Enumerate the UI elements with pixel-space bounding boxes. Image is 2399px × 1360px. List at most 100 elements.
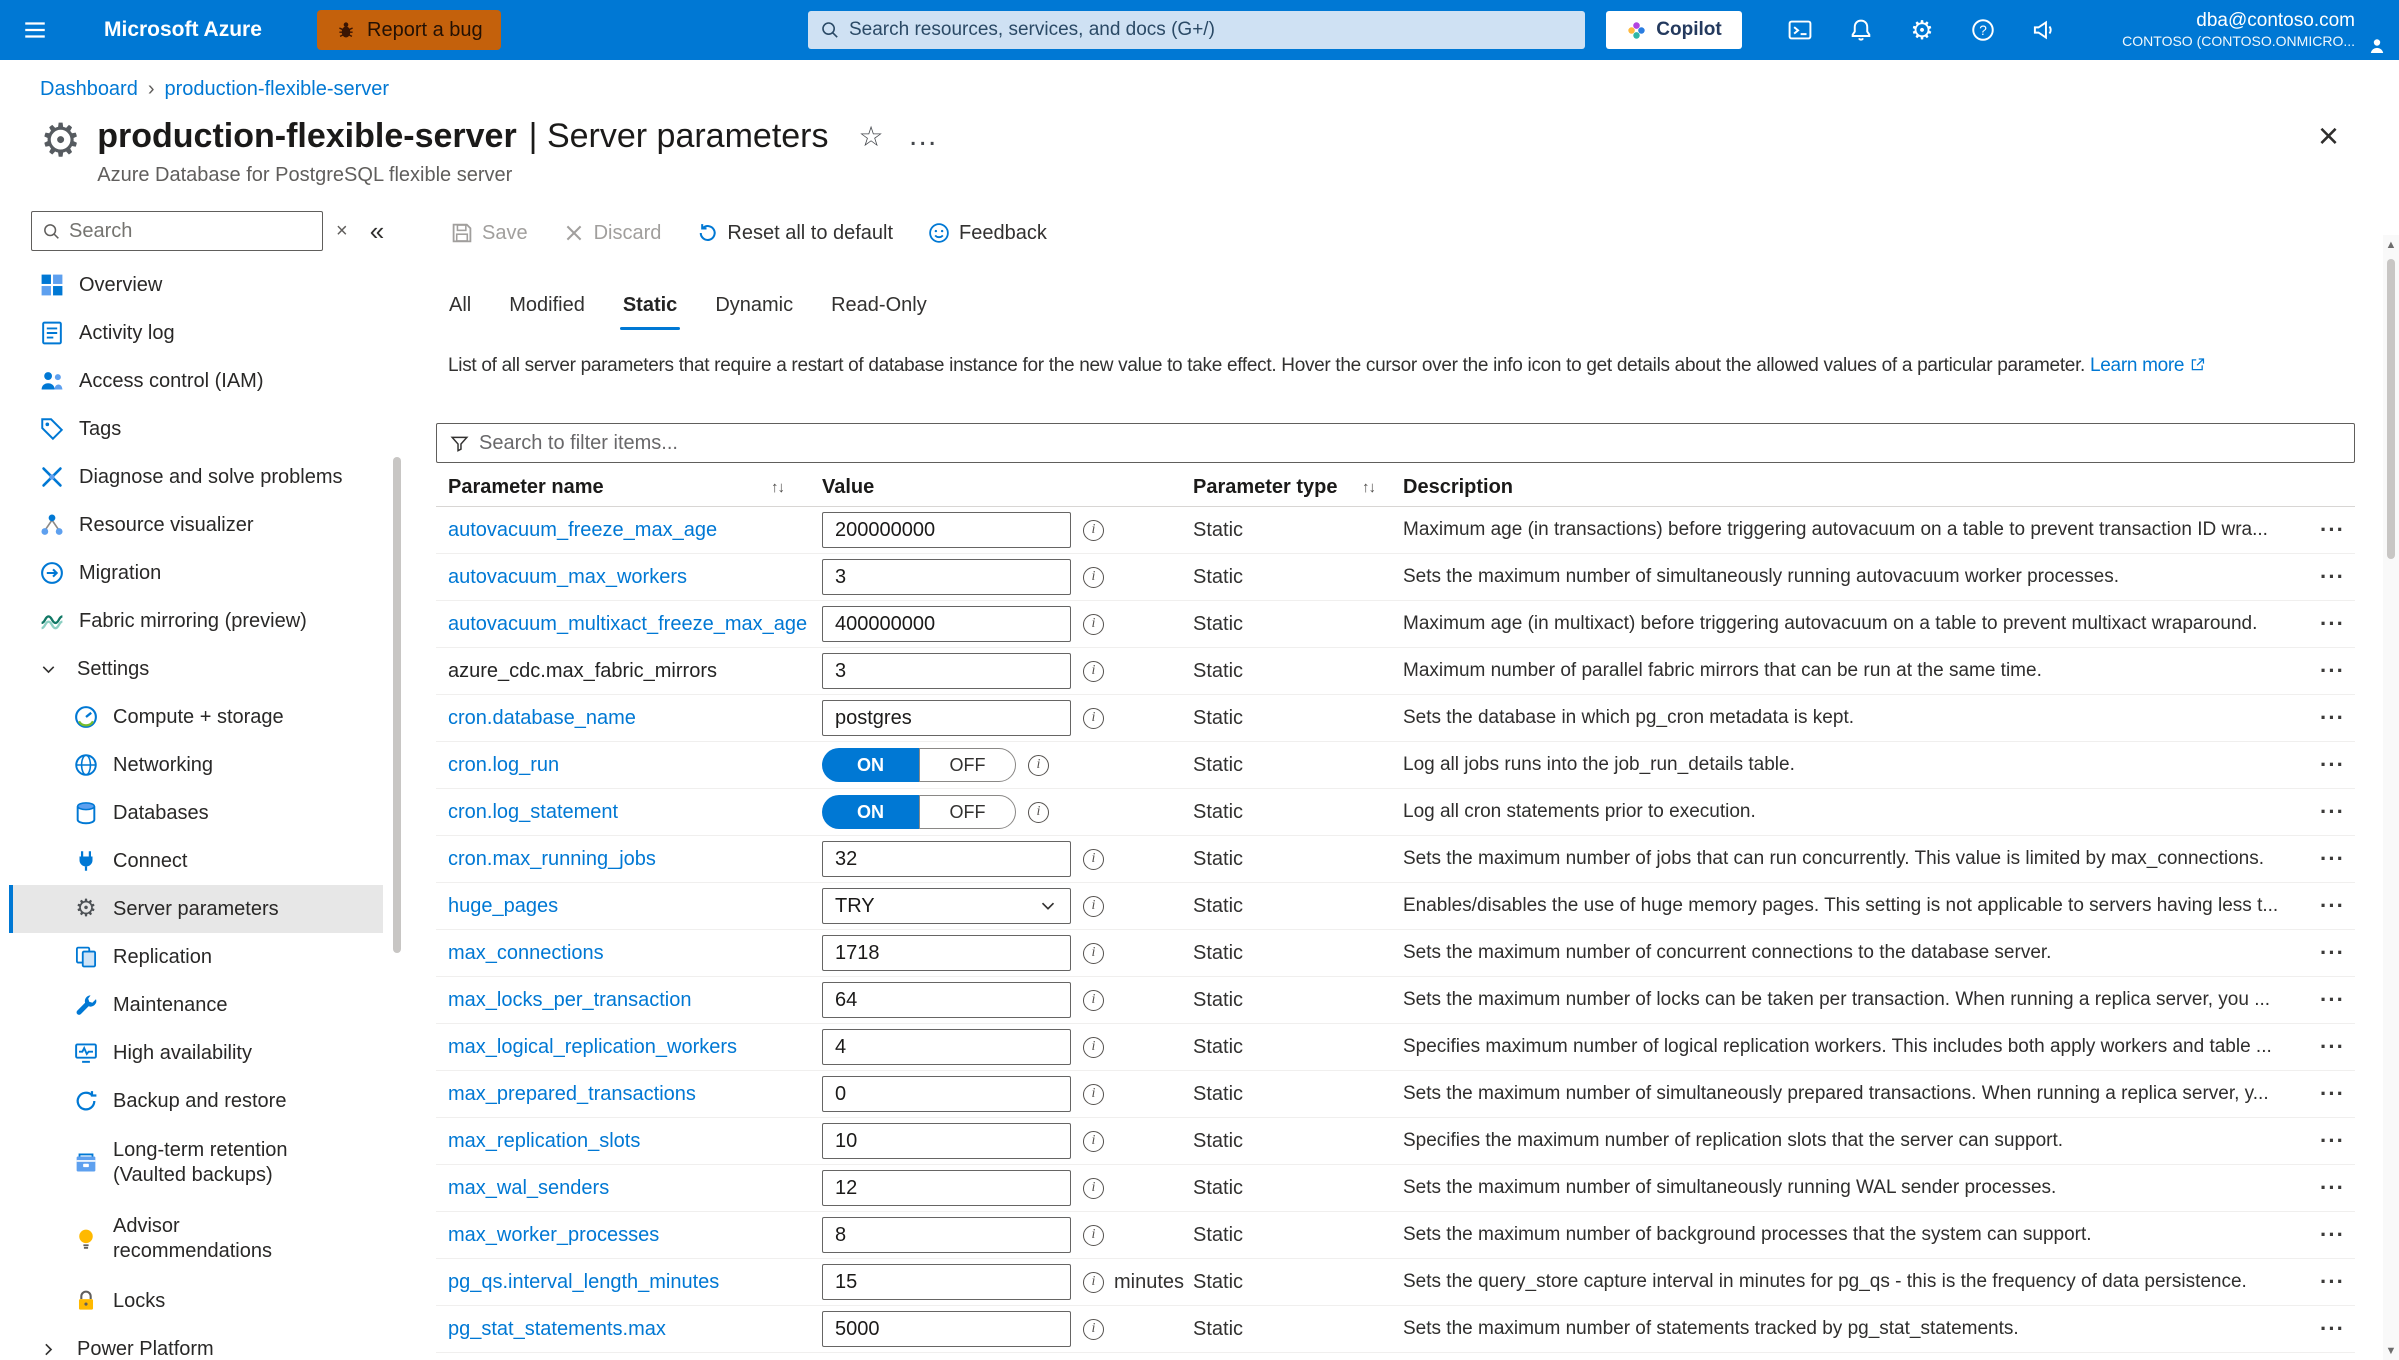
sidebar-item-databases[interactable]: Databases xyxy=(9,789,383,837)
info-icon[interactable]: i xyxy=(1083,1271,1104,1293)
info-icon[interactable]: i xyxy=(1083,707,1104,729)
row-menu-button[interactable]: ··· xyxy=(2307,1316,2355,1342)
sidebar-item-replication[interactable]: Replication xyxy=(9,933,383,981)
row-menu-button[interactable]: ··· xyxy=(2307,564,2355,590)
toggle-on[interactable]: ON xyxy=(822,795,919,829)
settings-icon[interactable]: ⚙ xyxy=(1900,8,1944,52)
sidebar-item-long-term-retention-vaulted-backups[interactable]: Long-term retention (Vaulted backups) xyxy=(9,1125,383,1201)
parameter-link-autovacuum-max-workers[interactable]: autovacuum_max_workers xyxy=(448,566,687,588)
hamburger-menu-button[interactable] xyxy=(14,9,56,51)
value-input-max-wal-senders[interactable] xyxy=(822,1170,1071,1206)
more-actions-icon[interactable]: … xyxy=(908,121,938,151)
sidebar-item-activity-log[interactable]: Activity log xyxy=(9,309,383,357)
feedback-button[interactable]: Feedback xyxy=(925,221,1049,245)
parameter-link-max-prepared-transactions[interactable]: max_prepared_transactions xyxy=(448,1083,696,1105)
page-scrollbar-thumb[interactable] xyxy=(2387,259,2395,559)
row-menu-button[interactable]: ··· xyxy=(2307,1034,2355,1060)
info-icon[interactable]: i xyxy=(1083,566,1104,588)
value-input-pg-stat-statements-max[interactable] xyxy=(822,1311,1071,1347)
parameter-link-autovacuum-multixact-freeze-max-age[interactable]: autovacuum_multixact_freeze_max_age xyxy=(448,613,807,635)
value-input-autovacuum-max-workers[interactable] xyxy=(822,559,1071,595)
tab-read-only[interactable]: Read-Only xyxy=(830,294,928,317)
sidebar-item-connect[interactable]: Connect xyxy=(9,837,383,885)
tab-dynamic[interactable]: Dynamic xyxy=(714,294,794,317)
value-toggle-cron-log-run[interactable]: ON OFF xyxy=(822,748,1016,782)
info-icon[interactable]: i xyxy=(1083,1130,1104,1152)
value-input-autovacuum-freeze-max-age[interactable] xyxy=(822,512,1071,548)
value-toggle-cron-log-statement[interactable]: ON OFF xyxy=(822,795,1016,829)
sidebar-search-input[interactable] xyxy=(69,219,334,243)
row-menu-button[interactable]: ··· xyxy=(2307,846,2355,872)
parameter-link-max-worker-processes[interactable]: max_worker_processes xyxy=(448,1224,659,1246)
value-input-max-connections[interactable] xyxy=(822,935,1071,971)
feedback-icon[interactable] xyxy=(2022,8,2066,52)
value-input-pg-qs-interval-length-minutes[interactable] xyxy=(822,1264,1071,1300)
toggle-off[interactable]: OFF xyxy=(919,748,1016,782)
info-icon[interactable]: i xyxy=(1028,801,1049,823)
row-menu-button[interactable]: ··· xyxy=(2307,1128,2355,1154)
value-input-max-logical-replication-workers[interactable] xyxy=(822,1029,1071,1065)
cloud-shell-icon[interactable] xyxy=(1778,8,1822,52)
parameter-link-max-locks-per-transaction[interactable]: max_locks_per_transaction xyxy=(448,989,691,1011)
sidebar-collapse-icon[interactable]: « xyxy=(370,218,384,244)
info-icon[interactable]: i xyxy=(1083,942,1104,964)
parameter-link-max-replication-slots[interactable]: max_replication_slots xyxy=(448,1130,640,1152)
sidebar-item-networking[interactable]: Networking xyxy=(9,741,383,789)
sidebar-item-compute-storage[interactable]: Compute + storage xyxy=(9,693,383,741)
value-input-azure-cdc-max-fabric-mirrors[interactable] xyxy=(822,653,1071,689)
info-icon[interactable]: i xyxy=(1083,895,1104,917)
toggle-on[interactable]: ON xyxy=(822,748,919,782)
sidebar-item-access-control-iam[interactable]: Access control (IAM) xyxy=(9,357,383,405)
row-menu-button[interactable]: ··· xyxy=(2307,987,2355,1013)
reset-all-to-default-button[interactable]: Reset all to default xyxy=(693,221,895,245)
value-input-max-worker-processes[interactable] xyxy=(822,1217,1071,1253)
avatar-icon[interactable] xyxy=(2367,36,2387,56)
row-menu-button[interactable]: ··· xyxy=(2307,658,2355,684)
info-icon[interactable]: i xyxy=(1083,660,1104,682)
close-blade-button[interactable]: × xyxy=(2318,118,2339,154)
column-header-parameter-name[interactable]: Parameter name ↑↓ xyxy=(448,476,822,499)
row-menu-button[interactable]: ··· xyxy=(2307,940,2355,966)
info-icon[interactable]: i xyxy=(1083,848,1104,870)
sidebar-item-fabric-mirroring-preview[interactable]: Fabric mirroring (preview) xyxy=(9,597,383,645)
row-menu-button[interactable]: ··· xyxy=(2307,517,2355,543)
sidebar-item-high-availability[interactable]: High availability xyxy=(9,1029,383,1077)
info-icon[interactable]: i xyxy=(1083,989,1104,1011)
info-icon[interactable]: i xyxy=(1083,519,1104,541)
parameter-link-cron-max-running-jobs[interactable]: cron.max_running_jobs xyxy=(448,848,656,870)
parameter-link-pg-stat-statements-max[interactable]: pg_stat_statements.max xyxy=(448,1318,666,1340)
sidebar-item-server-parameters[interactable]: ⚙ Server parameters xyxy=(9,885,383,933)
sidebar-item-backup-and-restore[interactable]: Backup and restore xyxy=(9,1077,383,1125)
scroll-down-icon[interactable]: ▼ xyxy=(2386,1345,2397,1357)
row-menu-button[interactable]: ··· xyxy=(2307,1175,2355,1201)
copilot-button[interactable]: Copilot xyxy=(1606,11,1742,49)
filter-input[interactable] xyxy=(479,431,2342,455)
parameter-link-max-wal-senders[interactable]: max_wal_senders xyxy=(448,1177,609,1199)
notifications-icon[interactable] xyxy=(1839,8,1883,52)
info-icon[interactable]: i xyxy=(1083,1083,1104,1105)
parameter-link-cron-database-name[interactable]: cron.database_name xyxy=(448,707,636,729)
parameter-link-max-connections[interactable]: max_connections xyxy=(448,942,604,964)
info-icon[interactable]: i xyxy=(1083,1036,1104,1058)
save-button[interactable]: Save xyxy=(448,221,530,245)
column-header-parameter-type[interactable]: Parameter type ↑↓ xyxy=(1193,476,1403,499)
row-menu-button[interactable]: ··· xyxy=(2307,611,2355,637)
parameter-link-cron-log-statement[interactable]: cron.log_statement xyxy=(448,801,618,823)
value-input-autovacuum-multixact-freeze-max-age[interactable] xyxy=(822,606,1071,642)
value-input-max-prepared-transactions[interactable] xyxy=(822,1076,1071,1112)
sidebar-item-overview[interactable]: Overview xyxy=(9,261,383,309)
parameter-link-autovacuum-freeze-max-age[interactable]: autovacuum_freeze_max_age xyxy=(448,519,717,541)
sidebar-scrollbar-thumb[interactable] xyxy=(393,457,401,953)
row-menu-button[interactable]: ··· xyxy=(2307,1081,2355,1107)
info-icon[interactable]: i xyxy=(1083,1224,1104,1246)
tab-modified[interactable]: Modified xyxy=(508,294,586,317)
row-menu-button[interactable]: ··· xyxy=(2307,1269,2355,1295)
info-icon[interactable]: i xyxy=(1083,1177,1104,1199)
value-select-huge-pages[interactable]: TRY xyxy=(822,888,1071,924)
sidebar-item-advisor-recommendations[interactable]: Advisor recommendations xyxy=(9,1201,383,1277)
info-icon[interactable]: i xyxy=(1028,754,1049,776)
breadcrumb-current[interactable]: production-flexible-server xyxy=(165,78,390,101)
sidebar-item-tags[interactable]: Tags xyxy=(9,405,383,453)
value-input-max-locks-per-transaction[interactable] xyxy=(822,982,1071,1018)
value-input-cron-database-name[interactable] xyxy=(822,700,1071,736)
